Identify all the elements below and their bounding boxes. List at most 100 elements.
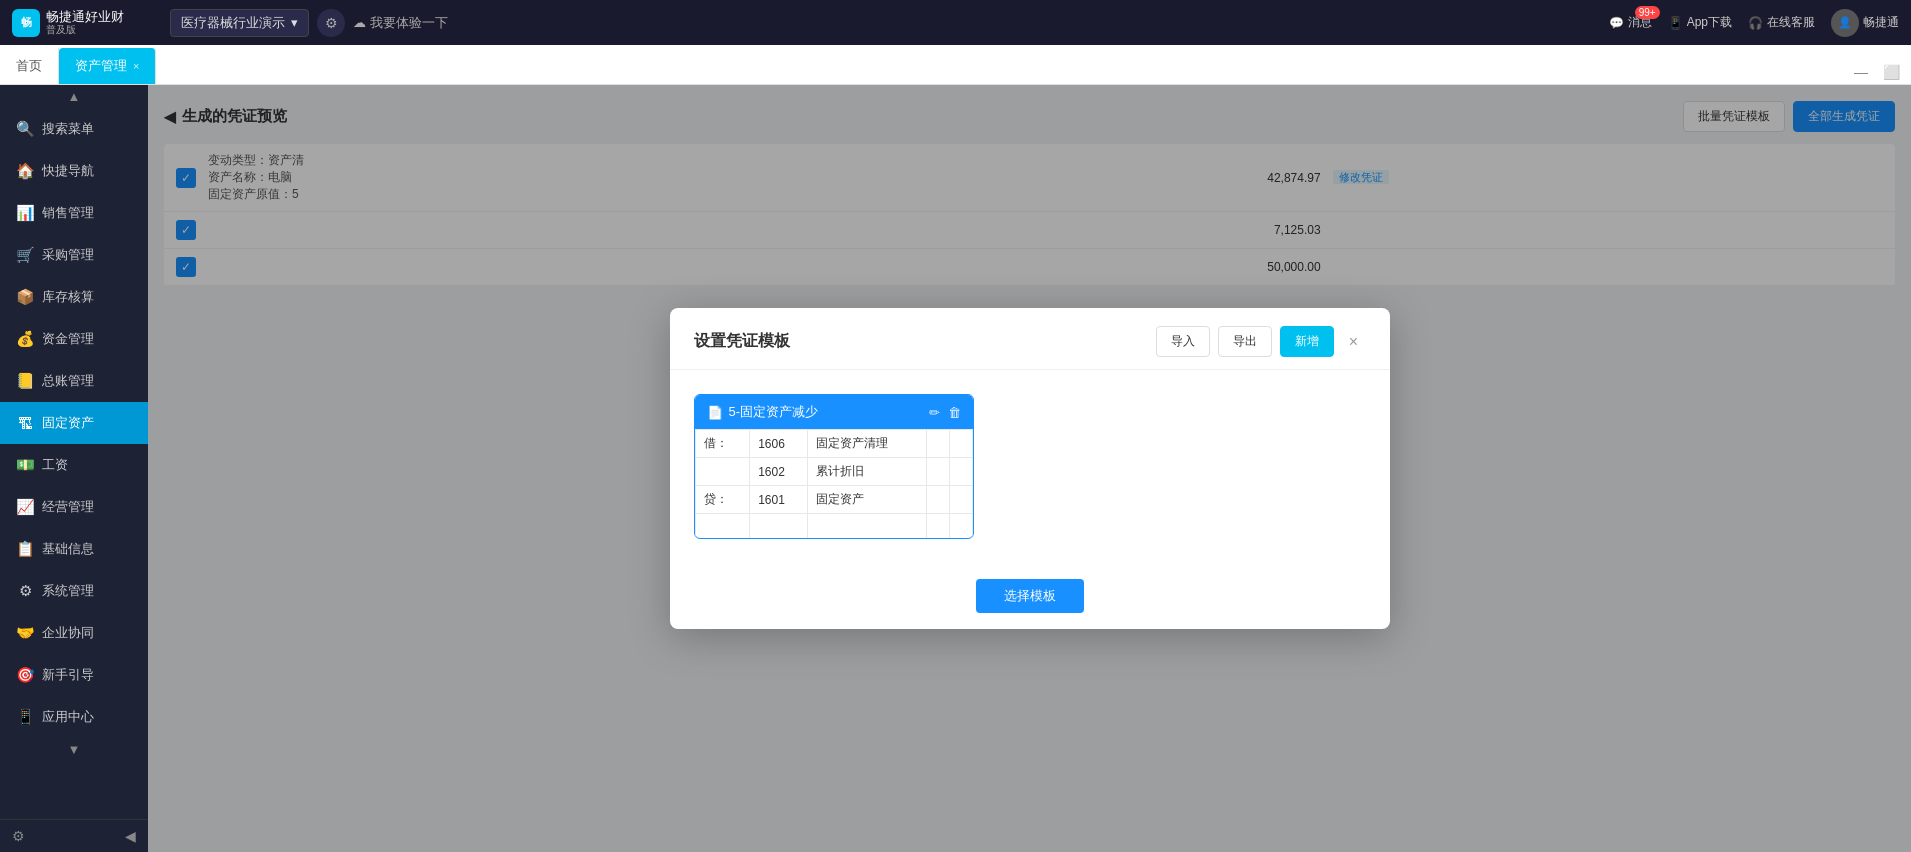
select-template-button[interactable]: 选择模板: [976, 579, 1084, 613]
template-table: 借： 1606 固定资产清理 1602 累计折旧: [695, 429, 973, 538]
message-icon: 💬: [1609, 16, 1624, 30]
company-selector[interactable]: 医疗器械行业演示 ▾: [170, 9, 309, 37]
empty-col-4: [927, 514, 950, 539]
box-icon: 📦: [16, 288, 34, 306]
sidebar-item-finance[interactable]: 💰 资金管理: [0, 318, 148, 360]
empty-col-1: [695, 514, 750, 539]
export-button[interactable]: 导出: [1218, 326, 1272, 357]
credit-label-1: 贷：: [695, 486, 750, 514]
tabbar-actions: — ⬜: [1849, 60, 1911, 84]
target-icon: 🎯: [16, 666, 34, 684]
template-card: 📄 5-固定资产减少 ✏ 🗑 借： 1606: [694, 394, 974, 539]
topbar-center: 医疗器械行业演示 ▾ ⚙ ☁ 我要体验一下: [160, 9, 1609, 37]
home-icon: 🏠: [16, 162, 34, 180]
empty-col-5: [949, 514, 972, 539]
wage-icon: 💵: [16, 456, 34, 474]
template-card-title: 📄 5-固定资产减少: [707, 403, 819, 421]
window-minimize-button[interactable]: —: [1849, 60, 1873, 84]
cart-icon: 🛒: [16, 246, 34, 264]
close-icon: ×: [1349, 333, 1358, 351]
sidebar-item-sysmanage[interactable]: ⚙ 系统管理: [0, 570, 148, 612]
modal-close-button[interactable]: ×: [1342, 330, 1366, 354]
modal-title: 设置凭证模板: [694, 331, 790, 352]
content-area: ◀ 生成的凭证预览 批量凭证模板 全部生成凭证 ✓ 变动类型：资产清 资产名称：…: [148, 85, 1911, 852]
experience-button[interactable]: ☁ 我要体验一下: [353, 14, 448, 32]
avatar: 👤: [1831, 9, 1859, 37]
sidebar-item-inventory[interactable]: 📦 库存核算: [0, 276, 148, 318]
sidebar-item-fixedasset[interactable]: 🏗 固定资产: [0, 402, 148, 444]
sidebar-item-purchase[interactable]: 🛒 采购管理: [0, 234, 148, 276]
template-card-actions: ✏ 🗑: [929, 405, 961, 420]
sidebar-collapse-button[interactable]: ◀: [125, 828, 136, 844]
sidebar-settings-button[interactable]: ⚙: [12, 828, 25, 844]
account-code-2: 1602: [750, 458, 808, 486]
modal-overlay: 设置凭证模板 导入 导出 新增 ×: [148, 85, 1911, 852]
sidebar-item-search[interactable]: 🔍 搜索菜单: [0, 108, 148, 150]
handshake-icon: 🤝: [16, 624, 34, 642]
modal-header: 设置凭证模板 导入 导出 新增 ×: [670, 308, 1390, 370]
chevron-down-icon: ▾: [291, 15, 298, 30]
account-code-1: 1606: [750, 430, 808, 458]
template-table-row-empty: [695, 514, 972, 539]
amount-col-1: [927, 430, 950, 458]
book-icon: 📒: [16, 372, 34, 390]
messages-button[interactable]: 💬 消息 99+: [1609, 14, 1652, 31]
template-delete-icon[interactable]: 🗑: [948, 405, 961, 420]
avatar-icon: 👤: [1838, 16, 1852, 29]
sidebar-item-payroll[interactable]: 💵 工资: [0, 444, 148, 486]
amount-col-4: [949, 458, 972, 486]
app-download-button[interactable]: 📱 App下载: [1668, 14, 1732, 31]
sidebar-item-quicknav[interactable]: 🏠 快捷导航: [0, 150, 148, 192]
amount-col-3: [927, 458, 950, 486]
empty-col-3: [808, 514, 927, 539]
account-name-3: 固定资产: [808, 486, 927, 514]
amount-col-2: [949, 430, 972, 458]
search-icon: 🔍: [16, 120, 34, 138]
online-service-button[interactable]: 🎧 在线客服: [1748, 14, 1815, 31]
new-template-button[interactable]: 新增: [1280, 326, 1334, 357]
sidebar-scroll-up[interactable]: ▲: [0, 85, 148, 108]
sidebar-item-guide[interactable]: 🎯 新手引导: [0, 654, 148, 696]
sidebar-item-appcenter[interactable]: 📱 应用中心: [0, 696, 148, 738]
debit-label-1: 借：: [695, 430, 750, 458]
sidebar-item-enterprise[interactable]: 🤝 企业协同: [0, 612, 148, 654]
empty-col-2: [750, 514, 808, 539]
tab-asset[interactable]: 资产管理 ×: [59, 48, 156, 84]
account-name-1: 固定资产清理: [808, 430, 927, 458]
sidebar-item-baseinfo[interactable]: 📋 基础信息: [0, 528, 148, 570]
template-table-row: 借： 1606 固定资产清理: [695, 430, 972, 458]
settings-button[interactable]: ⚙: [317, 9, 345, 37]
window-maximize-button[interactable]: ⬜: [1879, 60, 1903, 84]
clipboard-icon: 📋: [16, 540, 34, 558]
modal-body: 📄 5-固定资产减少 ✏ 🗑 借： 1606: [670, 370, 1390, 563]
sidebar-scroll-down[interactable]: ▼: [0, 738, 148, 761]
template-table-row: 1602 累计折旧: [695, 458, 972, 486]
user-profile[interactable]: 👤 畅捷通: [1831, 9, 1899, 37]
amount-col-5: [927, 486, 950, 514]
logo-text: 畅捷通好业财 普及版: [46, 9, 124, 37]
app-logo: 畅 畅捷通好业财 普及版: [12, 9, 160, 37]
import-button[interactable]: 导入: [1156, 326, 1210, 357]
modal-footer: 选择模板: [670, 563, 1390, 629]
trending-icon: 📈: [16, 498, 34, 516]
cloud-icon: ☁: [353, 15, 366, 30]
tabbar: 首页 资产管理 × — ⬜: [0, 45, 1911, 85]
template-table-row: 贷： 1601 固定资产: [695, 486, 972, 514]
sidebar-item-ledger[interactable]: 📒 总账管理: [0, 360, 148, 402]
topbar-right: 💬 消息 99+ 📱 App下载 🎧 在线客服 👤 畅捷通: [1609, 9, 1899, 37]
topbar: 畅 畅捷通好业财 普及版 医疗器械行业演示 ▾ ⚙ ☁ 我要体验一下 💬 消息 …: [0, 0, 1911, 45]
amount-col-6: [949, 486, 972, 514]
account-name-2: 累计折旧: [808, 458, 927, 486]
logo-icon: 畅: [12, 9, 40, 37]
template-edit-icon[interactable]: ✏: [929, 405, 940, 420]
sidebar-item-operations[interactable]: 📈 经营管理: [0, 486, 148, 528]
phone-icon: 📱: [1668, 16, 1683, 30]
tab-close-icon[interactable]: ×: [133, 60, 139, 72]
tab-home[interactable]: 首页: [0, 48, 59, 84]
money-icon: 💰: [16, 330, 34, 348]
main-layout: ▲ 🔍 搜索菜单 🏠 快捷导航 📊 销售管理 🛒 采购管理 📦 库存核算 💰 资…: [0, 85, 1911, 852]
sidebar-item-sales[interactable]: 📊 销售管理: [0, 192, 148, 234]
sidebar: ▲ 🔍 搜索菜单 🏠 快捷导航 📊 销售管理 🛒 采购管理 📦 库存核算 💰 资…: [0, 85, 148, 852]
voucher-template-modal: 设置凭证模板 导入 导出 新增 ×: [670, 308, 1390, 629]
template-card-header: 📄 5-固定资产减少 ✏ 🗑: [695, 395, 973, 429]
